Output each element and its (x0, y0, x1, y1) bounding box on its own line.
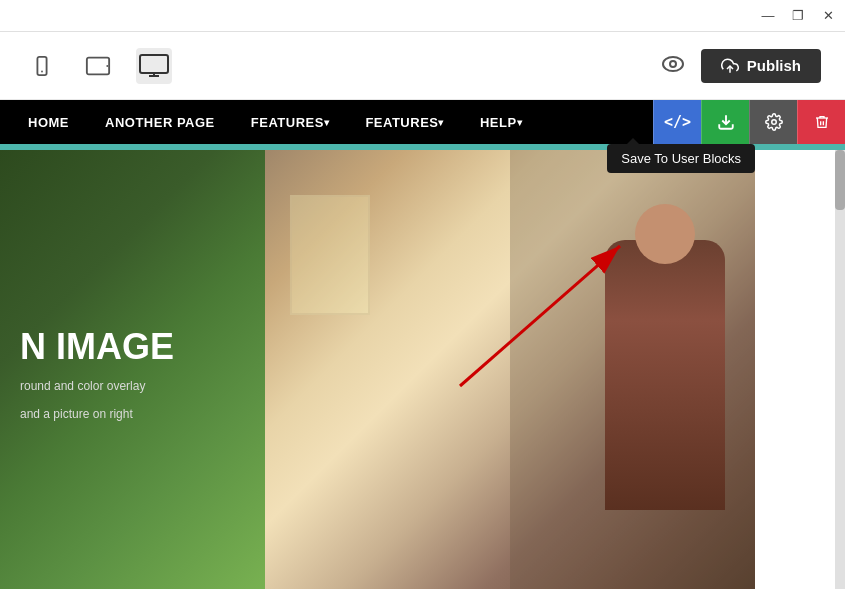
close-button[interactable]: ✕ (819, 7, 837, 25)
publish-button[interactable]: Publish (701, 49, 821, 83)
overlay-subtext-1: round and color overlay (20, 377, 245, 395)
save-to-user-blocks-label: Save To User Blocks (621, 151, 741, 166)
svg-point-1 (41, 70, 43, 72)
svg-rect-2 (87, 57, 109, 74)
nav-features-2[interactable]: FEATURES (347, 100, 462, 144)
cloud-upload-icon (721, 57, 739, 75)
nav-home[interactable]: HOME (10, 100, 87, 144)
svg-point-3 (106, 65, 108, 67)
text-overlay: N IMAGE round and color overlay and a pi… (0, 150, 265, 589)
overlay-subtext-2: and a picture on right (20, 405, 245, 423)
code-button[interactable]: </> (653, 100, 701, 144)
svg-point-8 (670, 61, 676, 67)
download-button[interactable] (701, 100, 749, 144)
title-bar: — ❐ ✕ (0, 0, 845, 32)
toolbar: Publish (0, 32, 845, 100)
office-photo (265, 150, 755, 589)
svg-point-11 (771, 120, 776, 125)
delete-button[interactable] (797, 100, 845, 144)
mobile-device-button[interactable] (24, 48, 60, 84)
save-to-user-blocks-tooltip: Save To User Blocks (607, 144, 755, 173)
nav-menu: HOME another page FEATURES FEATURES HELP (0, 100, 653, 144)
svg-rect-4 (140, 55, 168, 73)
nav-features-1[interactable]: FEATURES (233, 100, 348, 144)
svg-point-7 (663, 57, 683, 71)
nav-another-page[interactable]: another page (87, 100, 233, 144)
publish-label: Publish (747, 57, 801, 74)
tablet-device-button[interactable] (80, 48, 116, 84)
gear-icon (765, 113, 783, 131)
minimize-button[interactable]: — (759, 7, 777, 25)
desktop-device-button[interactable] (136, 48, 172, 84)
mobile-icon (31, 55, 53, 77)
toolbar-right: Publish (661, 49, 821, 83)
eye-icon (661, 52, 685, 76)
scrollbar-thumb[interactable] (835, 150, 845, 210)
action-bar: HOME another page FEATURES FEATURES HELP… (0, 100, 845, 144)
download-icon (717, 113, 735, 131)
scrollbar[interactable] (835, 150, 845, 589)
overlay-heading: N IMAGE (20, 327, 245, 367)
maximize-button[interactable]: ❐ (789, 7, 807, 25)
desktop-icon (139, 54, 169, 78)
nav-help[interactable]: HELP (462, 100, 540, 144)
device-switcher (24, 48, 172, 84)
tablet-icon (85, 55, 111, 77)
trash-icon (814, 113, 830, 131)
settings-button[interactable] (749, 100, 797, 144)
preview-area: N IMAGE round and color overlay and a pi… (0, 150, 845, 589)
action-buttons: </> (653, 100, 845, 144)
preview-button[interactable] (661, 52, 685, 80)
